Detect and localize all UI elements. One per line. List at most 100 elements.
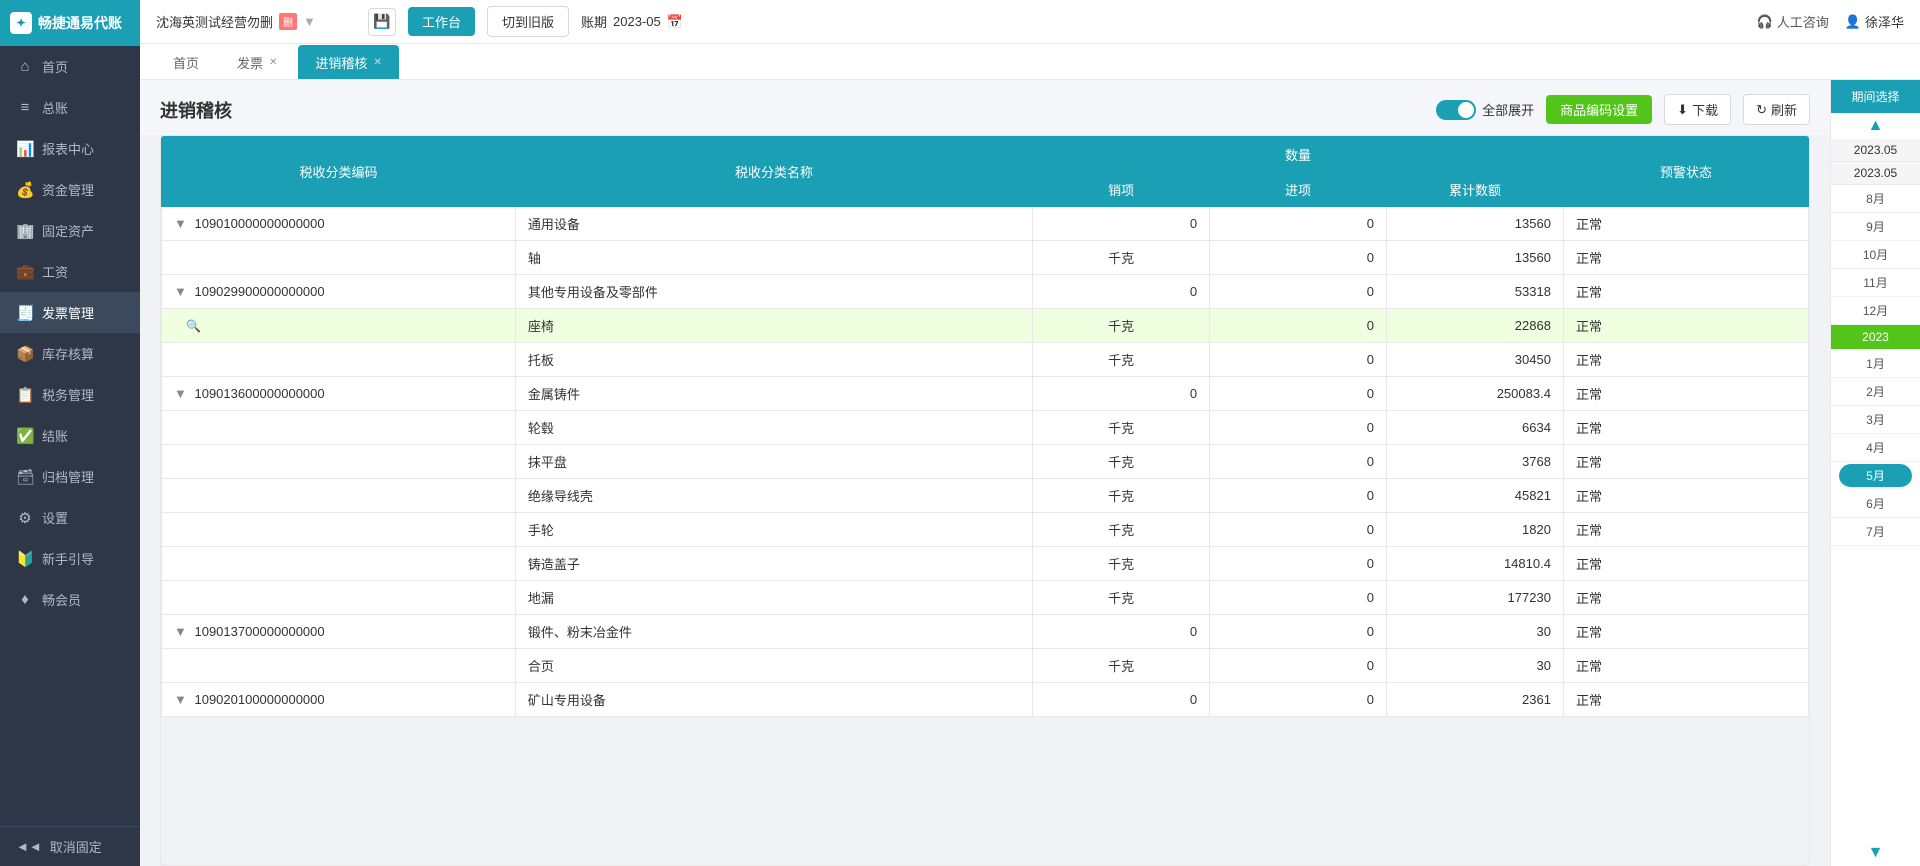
- cell-name: 锻件、粉末冶金件: [515, 615, 1032, 649]
- user-icon: 👤: [1845, 14, 1861, 30]
- period-month-2[interactable]: 2月: [1831, 378, 1920, 406]
- cell-unit: 千克: [1033, 479, 1210, 513]
- sidebar-item-archive[interactable]: 🗃 归档管理: [0, 456, 140, 497]
- cell-total: 45821: [1387, 479, 1564, 513]
- sidebar-item-ledger[interactable]: ≡ 总账: [0, 87, 140, 128]
- cell-purchase: 0: [1210, 275, 1387, 309]
- scroll-down-button[interactable]: ▼: [1831, 840, 1920, 866]
- sidebar-item-member[interactable]: ♦ 畅会员: [0, 579, 140, 620]
- table-row: 地漏 千克 0 177230 正常: [162, 581, 1809, 615]
- period-month-1[interactable]: 1月: [1831, 350, 1920, 378]
- panel-collapse-button[interactable]: ▶: [1830, 453, 1831, 493]
- tab-reconcile-close[interactable]: ✕: [373, 57, 381, 68]
- company-dropdown-icon[interactable]: ▼: [303, 14, 316, 29]
- customer-service-button[interactable]: 🎧 人工咨询: [1757, 12, 1829, 31]
- expand-icon[interactable]: ▼: [174, 624, 187, 639]
- col-sales: 销项: [1033, 173, 1210, 207]
- cell-code: ▼ 109013700000000000: [162, 615, 516, 649]
- sidebar-item-reports[interactable]: 📊 报表中心: [0, 128, 140, 169]
- cell-code: [162, 445, 516, 479]
- cell-status: 正常: [1563, 547, 1808, 581]
- table-row: 🔍 座椅 千克 0 22868 正常: [162, 309, 1809, 343]
- sidebar-item-tax[interactable]: 📋 税务管理: [0, 374, 140, 415]
- period-month-11[interactable]: 11月: [1831, 269, 1920, 297]
- calendar-icon[interactable]: 📅: [667, 14, 683, 30]
- period-month-6[interactable]: 6月: [1831, 490, 1920, 518]
- company-selector[interactable]: 沈海英测试经营勿删 删 ▼: [156, 12, 356, 31]
- sidebar-label-guide: 新手引导: [42, 549, 94, 568]
- expand-icon[interactable]: ▼: [174, 284, 187, 299]
- col-tax-code: 税收分类编码: [162, 137, 516, 207]
- refresh-button[interactable]: ↻ 刷新: [1743, 94, 1810, 125]
- cell-total: 177230: [1387, 581, 1564, 615]
- sidebar-item-salary[interactable]: 💼 工资: [0, 251, 140, 292]
- refresh-icon: ↻: [1756, 102, 1767, 118]
- workbench-button[interactable]: 工作台: [408, 7, 475, 36]
- user-name: 徐泽华: [1865, 12, 1904, 31]
- product-code-button[interactable]: 商品编码设置: [1546, 95, 1652, 124]
- scroll-up-button[interactable]: ▲: [1831, 113, 1920, 139]
- expand-all-toggle[interactable]: 全部展开: [1436, 100, 1534, 120]
- download-button[interactable]: ⬇ 下载: [1664, 94, 1731, 125]
- cell-sales: 0: [1210, 445, 1387, 479]
- period-month-5[interactable]: 5月: [1839, 464, 1912, 488]
- expand-icon[interactable]: ▼: [174, 692, 187, 707]
- expand-icon[interactable]: ▼: [174, 386, 187, 401]
- col-tax-name: 税收分类名称: [515, 137, 1032, 207]
- refresh-label: 刷新: [1771, 100, 1797, 119]
- unpin-button[interactable]: ◄◄ 取消固定: [0, 826, 140, 866]
- save-icon: 💾: [373, 13, 390, 30]
- cell-status: 正常: [1563, 479, 1808, 513]
- topbar-right: 🎧 人工咨询 👤 徐泽华: [1757, 12, 1904, 31]
- switch-version-button[interactable]: 切到旧版: [487, 6, 569, 37]
- service-label: 人工咨询: [1777, 12, 1829, 31]
- archive-icon: 🗃: [16, 468, 34, 486]
- cell-total: 13560: [1387, 207, 1564, 241]
- save-icon-button[interactable]: 💾: [368, 8, 396, 36]
- cell-sales: 0: [1033, 615, 1210, 649]
- period-month-9[interactable]: 9月: [1831, 213, 1920, 241]
- period-month-10[interactable]: 10月: [1831, 241, 1920, 269]
- cell-name: 座椅: [515, 309, 1032, 343]
- search-icon[interactable]: 🔍: [186, 319, 201, 333]
- tax-icon: 📋: [16, 386, 34, 404]
- toggle-switch[interactable]: [1436, 100, 1476, 120]
- tab-reconcile[interactable]: 进销稽核 ✕: [298, 45, 398, 79]
- headset-icon: 🎧: [1757, 14, 1773, 30]
- cell-code: ▼ 109020100000000000: [162, 683, 516, 717]
- sidebar-item-guide[interactable]: 🔰 新手引导: [0, 538, 140, 579]
- cell-status: 正常: [1563, 581, 1808, 615]
- unpin-label: 取消固定: [50, 837, 102, 856]
- tab-invoice-label: 发票: [237, 53, 263, 72]
- sidebar-item-home[interactable]: ⌂ 首页: [0, 46, 140, 87]
- period-month-4[interactable]: 4月: [1831, 434, 1920, 462]
- col-quantity-group: 数量: [1033, 137, 1564, 173]
- sidebar-label-tax: 税务管理: [42, 385, 94, 404]
- tab-invoice-close[interactable]: ✕: [269, 57, 277, 68]
- cell-total: 22868: [1387, 309, 1564, 343]
- checkout-icon: ✅: [16, 427, 34, 445]
- sidebar-item-funds[interactable]: 💰 资金管理: [0, 169, 140, 210]
- period-year-2023-top2: 2023.05: [1831, 162, 1920, 185]
- table-header: 税收分类编码 税收分类名称 数量 预警状态: [162, 137, 1809, 173]
- period-month-7[interactable]: 7月: [1831, 518, 1920, 546]
- sidebar-item-checkout[interactable]: ✅ 结账: [0, 415, 140, 456]
- tab-home[interactable]: 首页: [156, 45, 216, 79]
- user-menu[interactable]: 👤 徐泽华: [1845, 12, 1904, 31]
- sidebar-item-invoice[interactable]: 🧾 发票管理: [0, 292, 140, 333]
- cell-unit: 千克: [1033, 649, 1210, 683]
- cell-code: [162, 547, 516, 581]
- table-row: ▼ 109013700000000000 锻件、粉末冶金件 0 0 30 正常: [162, 615, 1809, 649]
- app-logo: ✦ 畅捷通易代账: [0, 0, 140, 46]
- period-month-12[interactable]: 12月: [1831, 297, 1920, 325]
- sidebar-item-assets[interactable]: 🏢 固定资产: [0, 210, 140, 251]
- expand-icon[interactable]: ▼: [174, 216, 187, 231]
- period-month-8[interactable]: 8月: [1831, 185, 1920, 213]
- period-month-3[interactable]: 3月: [1831, 406, 1920, 434]
- sidebar-item-inventory[interactable]: 📦 库存核算: [0, 333, 140, 374]
- cell-total: 30: [1387, 649, 1564, 683]
- cell-purchase: 0: [1210, 683, 1387, 717]
- cell-code: [162, 513, 516, 547]
- tab-invoice[interactable]: 发票 ✕: [220, 45, 294, 79]
- sidebar-item-settings[interactable]: ⚙ 设置: [0, 497, 140, 538]
